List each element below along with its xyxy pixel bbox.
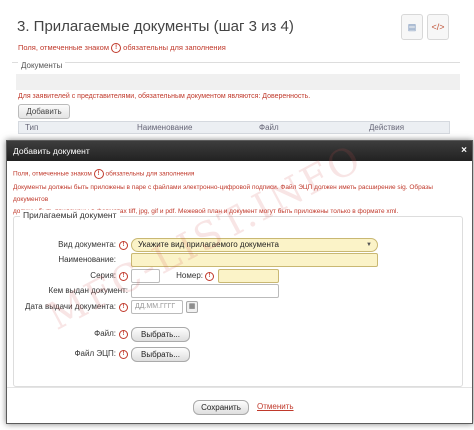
fieldset-title: Прилагаемый документ (20, 210, 120, 220)
add-document-button[interactable]: Добавить (18, 104, 70, 119)
dialog-header: Добавить документ × (7, 141, 472, 161)
representative-note: Для заявителей с представителями, обязат… (18, 93, 311, 100)
column-type[interactable]: Тип (25, 123, 38, 132)
document-icon[interactable]: ▤ (401, 14, 423, 40)
column-actions[interactable]: Действия (369, 123, 404, 132)
signature-label: Файл ЭЦП: (74, 349, 116, 358)
calendar-icon[interactable]: ▦ (186, 301, 198, 313)
doc-type-value: Укажите вид прилагаемого документа (138, 240, 279, 249)
rules-line-1: Документы должны быть приложены в паре с… (13, 184, 433, 203)
dialog-title: Добавить документ (13, 146, 90, 156)
column-file[interactable]: Файл (259, 123, 279, 132)
required-icon: ! (119, 303, 128, 312)
name-field[interactable] (131, 253, 378, 267)
issue-date-label: Дата выдачи документа: (25, 302, 116, 311)
required-icon: ! (111, 43, 122, 54)
dialog-footer: Сохранить Отменить (7, 387, 472, 425)
section-band (16, 74, 460, 90)
required-icon: ! (119, 330, 128, 339)
required-icon: ! (119, 272, 128, 281)
chevron-down-icon: ▼ (366, 242, 372, 248)
column-name[interactable]: Наименование (137, 123, 192, 132)
add-document-dialog: Добавить документ × Поля, отмеченные зна… (6, 140, 473, 424)
required-icon: ! (93, 169, 104, 179)
required-icon: ! (119, 350, 128, 359)
section-title: Документы (18, 61, 66, 70)
cancel-link[interactable]: Отменить (257, 402, 294, 411)
issued-by-label: Кем выдан документ: (48, 286, 128, 295)
documents-table-header: Тип Наименование Файл Действия (18, 121, 450, 134)
doc-type-select[interactable]: Укажите вид прилагаемого документа ▼ (131, 238, 378, 252)
save-button[interactable]: Сохранить (193, 400, 249, 415)
issue-date-field[interactable]: ДД.ММ.ГГГГ (131, 300, 183, 314)
number-label: Номер: (176, 271, 203, 280)
file-label: Файл: (94, 329, 116, 338)
dialog-required-note: Поля, отмеченные знаком ! обязательны дл… (13, 169, 195, 179)
required-note: Поля, отмеченные знаком ! обязательны дл… (18, 43, 226, 54)
code-icon[interactable]: </> (427, 14, 449, 40)
attached-document-fieldset: Прилагаемый документ Вид документа: ! Ук… (13, 210, 463, 387)
series-field[interactable] (131, 269, 160, 283)
close-icon[interactable]: × (461, 141, 467, 161)
required-icon: ! (205, 272, 214, 281)
page-title: 3. Прилагаемые документы (шаг 3 из 4) (17, 18, 294, 35)
doc-type-label: Вид документа: (58, 240, 116, 249)
issued-by-field[interactable] (131, 284, 279, 298)
number-field[interactable] (218, 269, 279, 283)
name-label: Наименование: (58, 255, 116, 264)
series-label: Серия: (90, 271, 116, 280)
choose-file-button[interactable]: Выбрать... (131, 327, 190, 342)
required-icon: ! (119, 241, 128, 250)
choose-signature-button[interactable]: Выбрать... (131, 347, 190, 362)
